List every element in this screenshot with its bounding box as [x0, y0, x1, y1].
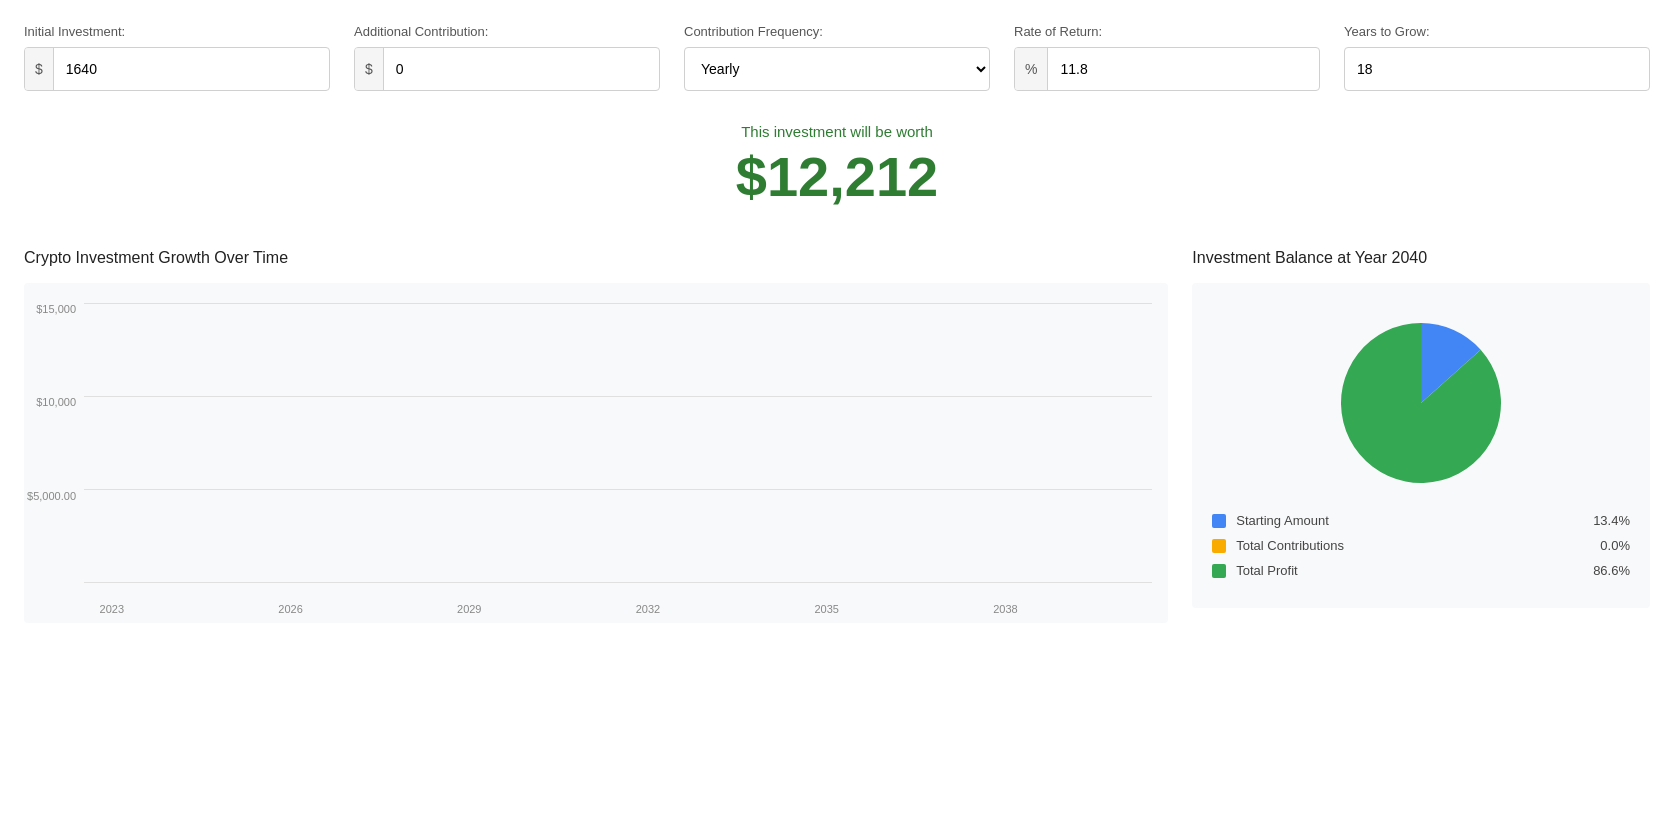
- bar-chart-section: Crypto Investment Growth Over Time $15,0…: [24, 249, 1168, 623]
- result-section: This investment will be worth $12,212: [24, 123, 1650, 209]
- initial-investment-prefix: $: [25, 48, 54, 90]
- legend-color: [1212, 539, 1226, 553]
- charts-row: Crypto Investment Growth Over Time $15,0…: [24, 249, 1650, 623]
- inputs-row: Initial Investment: $ Additional Contrib…: [24, 24, 1650, 91]
- rate-of-return-input[interactable]: [1048, 48, 1319, 90]
- pie-chart-section: Investment Balance at Year 2040 Starting…: [1192, 249, 1650, 608]
- x-label: [501, 603, 557, 615]
- legend-item: Total Contributions 0.0%: [1212, 538, 1630, 553]
- contribution-frequency-wrapper: Yearly Monthly Weekly Daily: [684, 47, 990, 91]
- legend: Starting Amount 13.4%Total Contributions 0…: [1212, 513, 1630, 578]
- legend-percentage: 86.6%: [1593, 563, 1630, 578]
- x-label: 2035: [799, 603, 855, 615]
- contribution-frequency-group: Contribution Frequency: Yearly Monthly W…: [684, 24, 990, 91]
- x-label: 2038: [978, 603, 1034, 615]
- rate-of-return-wrapper: %: [1014, 47, 1320, 91]
- y-label-1: $15,000: [36, 303, 76, 315]
- legend-item: Starting Amount 13.4%: [1212, 513, 1630, 528]
- bars-area: [84, 303, 1152, 583]
- x-label: [1097, 603, 1153, 615]
- x-label: 2032: [620, 603, 676, 615]
- result-label: This investment will be worth: [24, 123, 1650, 140]
- result-value: $12,212: [24, 144, 1650, 209]
- legend-color: [1212, 564, 1226, 578]
- y-axis: $15,000 $10,000 $5,000.00: [24, 303, 82, 583]
- contribution-frequency-label: Contribution Frequency:: [684, 24, 990, 39]
- rate-of-return-group: Rate of Return: %: [1014, 24, 1320, 91]
- pie-svg: [1331, 313, 1511, 493]
- additional-contribution-group: Additional Contribution: $: [354, 24, 660, 91]
- contribution-frequency-select[interactable]: Yearly Monthly Weekly Daily: [685, 48, 989, 90]
- initial-investment-group: Initial Investment: $: [24, 24, 330, 91]
- y-label-3: $5,000.00: [27, 490, 76, 502]
- initial-investment-input[interactable]: [54, 48, 329, 90]
- legend-label: Total Profit: [1236, 563, 1583, 578]
- pie-chart-title: Investment Balance at Year 2040: [1192, 249, 1650, 267]
- additional-contribution-wrapper: $: [354, 47, 660, 91]
- x-label: [382, 603, 438, 615]
- additional-contribution-input[interactable]: [384, 48, 659, 90]
- x-label: 2023: [84, 603, 140, 615]
- x-label: [144, 603, 200, 615]
- pie-container: Starting Amount 13.4%Total Contributions 0…: [1192, 283, 1650, 608]
- bar-chart-container: $15,000 $10,000 $5,000.00 20232026202920…: [24, 283, 1168, 623]
- x-label: [561, 603, 617, 615]
- legend-label: Starting Amount: [1236, 513, 1583, 528]
- x-label: [739, 603, 795, 615]
- legend-percentage: 0.0%: [1600, 538, 1630, 553]
- x-label: [1037, 603, 1093, 615]
- legend-percentage: 13.4%: [1593, 513, 1630, 528]
- x-label: [203, 603, 259, 615]
- years-to-grow-group: Years to Grow:: [1344, 24, 1650, 91]
- years-to-grow-label: Years to Grow:: [1344, 24, 1650, 39]
- x-label: [918, 603, 974, 615]
- additional-contribution-prefix: $: [355, 48, 384, 90]
- bar-chart-title: Crypto Investment Growth Over Time: [24, 249, 1168, 267]
- rate-of-return-label: Rate of Return:: [1014, 24, 1320, 39]
- legend-item: Total Profit 86.6%: [1212, 563, 1630, 578]
- x-label: 2029: [441, 603, 497, 615]
- legend-label: Total Contributions: [1236, 538, 1590, 553]
- additional-contribution-label: Additional Contribution:: [354, 24, 660, 39]
- x-label: [859, 603, 915, 615]
- initial-investment-label: Initial Investment:: [24, 24, 330, 39]
- x-label: 2026: [263, 603, 319, 615]
- years-to-grow-input[interactable]: [1345, 48, 1649, 90]
- initial-investment-wrapper: $: [24, 47, 330, 91]
- x-axis: 2023 2026 2029 2032 2035 2038: [84, 603, 1152, 615]
- x-label: [680, 603, 736, 615]
- years-to-grow-wrapper: [1344, 47, 1650, 91]
- y-label-2: $10,000: [36, 396, 76, 408]
- legend-color: [1212, 514, 1226, 528]
- rate-of-return-prefix: %: [1015, 48, 1048, 90]
- x-label: [322, 603, 378, 615]
